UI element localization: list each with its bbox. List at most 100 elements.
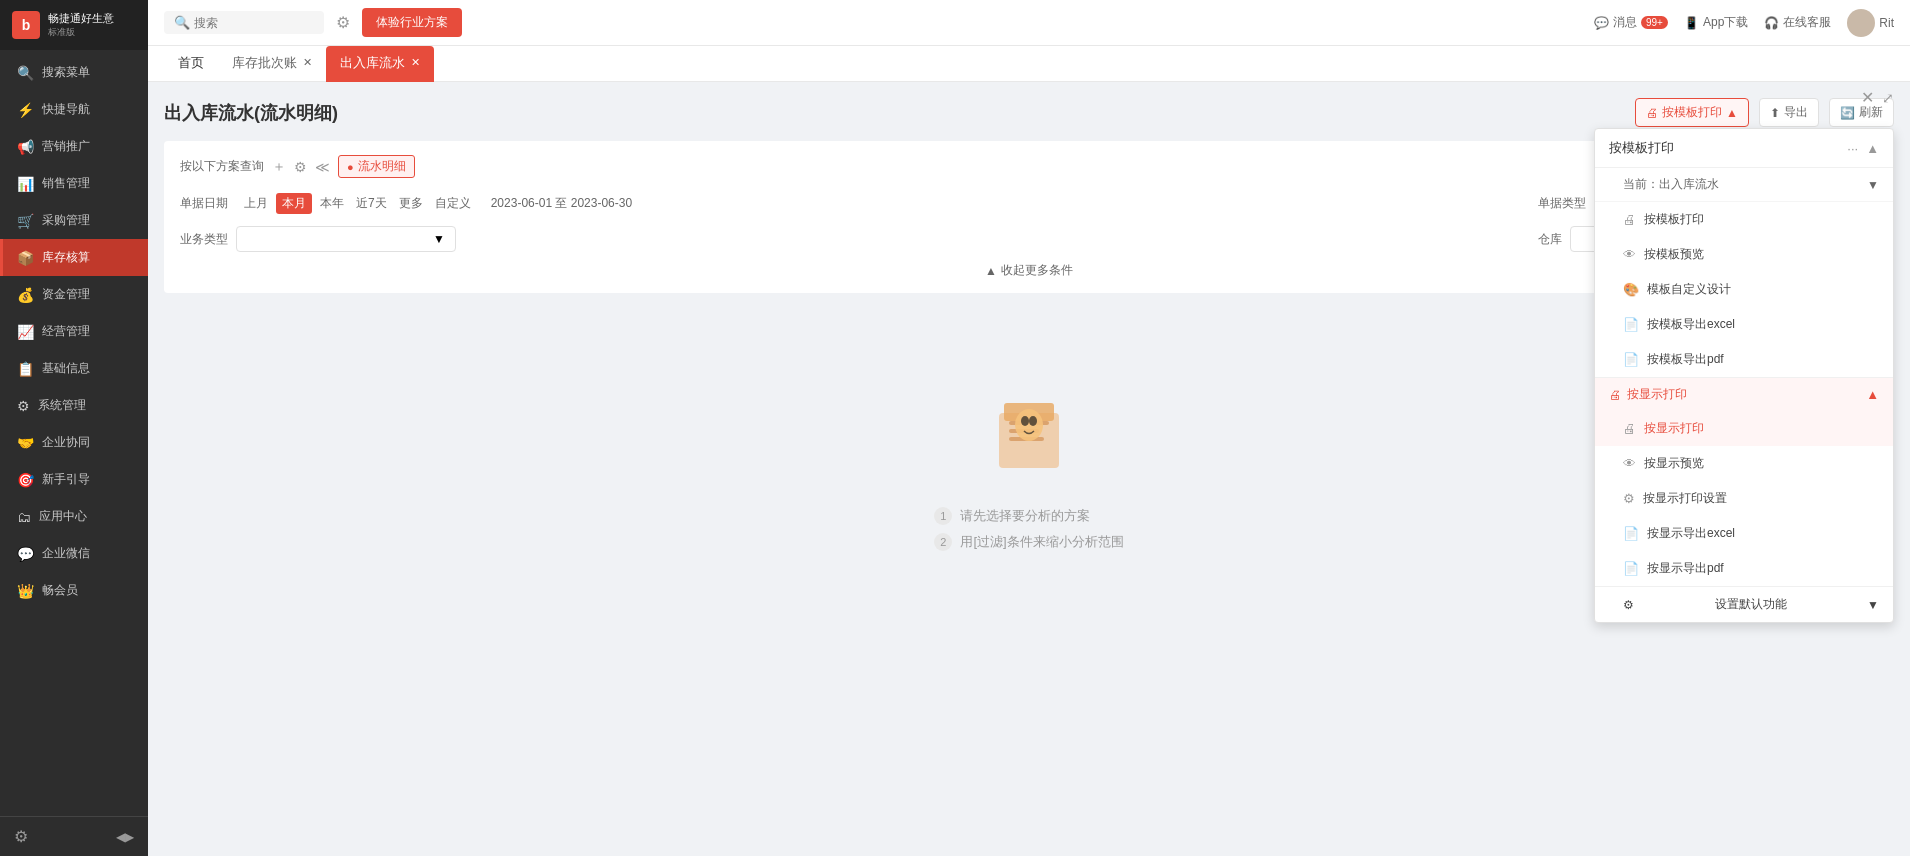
filter-setting-icon[interactable]: ⚙ [294,159,307,175]
topbar-search[interactable]: 🔍 [164,11,324,34]
basic-icon: 📋 [17,361,34,377]
apps-icon: 🗂 [17,509,31,525]
search-icon: 🔍 [174,15,190,30]
sidebar-item-marketing[interactable]: 📢 营销推广 [0,128,148,165]
settings-icon[interactable]: ⚙ [14,827,28,846]
svg-point-6 [1021,416,1029,426]
sidebar-label-purchase: 采购管理 [42,212,90,229]
dropdown-template-export-pdf[interactable]: 📄按模板导出pdf [1595,342,1893,377]
sidebar-item-finance[interactable]: 💰 资金管理 [0,276,148,313]
sidebar-label-wechat: 企业微信 [42,545,90,562]
filter-biz-item: 业务类型 ▼ [180,226,1522,252]
app-download-btn[interactable]: 📱 App下载 [1684,14,1748,31]
dropdown-current: 当前：出入库流水 ▼ [1595,168,1893,202]
sidebar-item-operation[interactable]: 📈 经营管理 [0,313,148,350]
filter-date-item: 单据日期 上月本月本年近7天更多自定义 2023-06-01 至 2023-06… [180,193,1522,214]
date-opt-本月[interactable]: 本月 [276,193,312,214]
svg-point-7 [1029,416,1037,426]
close-tab-icon[interactable]: ✕ [1861,88,1874,107]
message-btn[interactable]: 💬 消息 99+ [1594,14,1668,31]
main-content: 🔍 ⚙ 体验行业方案 💬 消息 99+ 📱 App下载 🎧 在线客服 R [148,0,1910,856]
dropdown-template-print[interactable]: 🖨按模板打印 [1595,202,1893,237]
dropdown-display-export-pdf[interactable]: 📄按显示导出pdf [1595,551,1893,586]
tab-close-flow[interactable]: ✕ [411,56,420,69]
template-export-excel-icon: 📄 [1623,317,1639,332]
sidebar-item-enterprise[interactable]: 🤝 企业协同 [0,424,148,461]
enterprise-icon: 🤝 [17,435,34,451]
dropdown-close-icon[interactable]: ▲ [1866,141,1879,156]
sidebar-label-marketing: 营销推广 [42,138,90,155]
dropdown-template-export-excel[interactable]: 📄按模板导出excel [1595,307,1893,342]
window-controls: ✕ ⤢ [1845,82,1910,113]
sidebar-label-inventory: 库存核算 [42,249,90,266]
sidebar-item-apps[interactable]: 🗂 应用中心 [0,498,148,535]
page-header: 出入库流水(流水明细) 🖨 按模板打印 ▲ ⬆ 导出 🔄 刷新 [164,98,1894,127]
collapse-btn[interactable]: ▲ 收起更多条件 [985,262,1073,279]
display-preview-icon: 👁 [1623,456,1636,471]
date-opt-更多[interactable]: 更多 [395,193,427,214]
date-opt-本年[interactable]: 本年 [316,193,348,214]
dropdown-footer[interactable]: ⚙ 设置默认功能 ▼ [1595,586,1893,622]
dropdown-display-preview[interactable]: 👁按显示预览 [1595,446,1893,481]
sidebar-item-system[interactable]: ⚙ 系统管理 [0,387,148,424]
sidebar-label-system: 系统管理 [38,397,86,414]
dropdown-display-print[interactable]: 🖨按显示打印 [1595,411,1893,446]
topbar: 🔍 ⚙ 体验行业方案 💬 消息 99+ 📱 App下载 🎧 在线客服 R [148,0,1910,46]
industry-btn[interactable]: 体验行业方案 [362,8,462,37]
filter-add-icon[interactable]: ＋ [272,158,286,176]
message-icon: 💬 [1594,16,1609,30]
tab-close-batch[interactable]: ✕ [303,56,312,69]
sidebar-label-guide: 新手引导 [42,471,90,488]
sidebar-item-search[interactable]: 🔍 搜索菜单 [0,54,148,91]
sidebar-item-sales[interactable]: 📊 销售管理 [0,165,148,202]
purchase-icon: 🛒 [17,213,34,229]
sidebar-item-purchase[interactable]: 🛒 采购管理 [0,202,148,239]
dropdown-dots-icon[interactable]: ··· [1847,141,1858,156]
search-input[interactable] [194,16,314,30]
brand-version: 标准版 [48,26,114,39]
collapse-sidebar-icon[interactable]: ◀▶ [116,830,134,844]
sidebar-item-shortcut[interactable]: ⚡ 快捷导航 [0,91,148,128]
sales-icon: 📊 [17,176,34,192]
dropdown-template-customize[interactable]: 🎨模板自定义设计 [1595,272,1893,307]
sidebar-label-operation: 经营管理 [42,323,90,340]
sidebar-item-member[interactable]: 👑 畅会员 [0,572,148,609]
dropdown-template-preview[interactable]: 👁按模板预览 [1595,237,1893,272]
print-dropdown: 按模板打印 ··· ▲ 当前：出入库流水 ▼ 🖨按模板打印👁按模板预览🎨模板自定… [1594,128,1894,623]
sidebar-item-wechat[interactable]: 💬 企业微信 [0,535,148,572]
date-options: 上月本月本年近7天更多自定义 [240,193,475,214]
user-avatar-btn[interactable]: Rit [1847,9,1894,37]
sidebar-label-member: 畅会员 [42,582,78,599]
sidebar-label-shortcut: 快捷导航 [42,101,90,118]
biz-select[interactable]: ▼ [236,226,456,252]
section-label: 🖨 按显示打印 [1609,386,1687,403]
warehouse-label: 仓库 [1538,231,1562,248]
filter-tag[interactable]: ● 流水明细 [338,155,415,178]
date-opt-自定义[interactable]: 自定义 [431,193,475,214]
sidebar-item-guide[interactable]: 🎯 新手引导 [0,461,148,498]
sidebar-label-apps: 应用中心 [39,508,87,525]
page-title: 出入库流水(流水明细) [164,101,338,125]
tab-batch[interactable]: 库存批次账 ✕ [218,46,326,82]
date-opt-上月[interactable]: 上月 [240,193,272,214]
expand-icon[interactable]: ⤢ [1882,90,1894,106]
filter-tag-label: 流水明细 [358,158,406,175]
gear-icon[interactable]: ⚙ [336,13,350,32]
filter-collapse-icon[interactable]: ≪ [315,159,330,175]
tab-label-batch: 库存批次账 [232,54,297,72]
display-export-excel-icon: 📄 [1623,526,1639,541]
online-service-btn[interactable]: 🎧 在线客服 [1764,14,1831,31]
empty-step-2: 2 用[过滤]条件来缩小分析范围 [934,529,1123,555]
print-template-btn[interactable]: 🖨 按模板打印 ▲ [1635,98,1749,127]
shortcut-icon: ⚡ [17,102,34,118]
marketing-icon: 📢 [17,139,34,155]
sidebar-item-basic[interactable]: 📋 基础信息 [0,350,148,387]
dropdown-display-print-settings[interactable]: ⚙按显示打印设置 [1595,481,1893,516]
export-btn[interactable]: ⬆ 导出 [1759,98,1819,127]
sidebar-item-inventory[interactable]: 📦 库存核算 [0,239,148,276]
date-opt-近7天[interactable]: 近7天 [352,193,391,214]
dropdown-section-display[interactable]: 🖨 按显示打印 ▲ [1595,377,1893,411]
tab-flow[interactable]: 出入库流水✕ [326,46,434,82]
tab-home[interactable]: 首页 [164,46,218,82]
dropdown-display-export-excel[interactable]: 📄按显示导出excel [1595,516,1893,551]
